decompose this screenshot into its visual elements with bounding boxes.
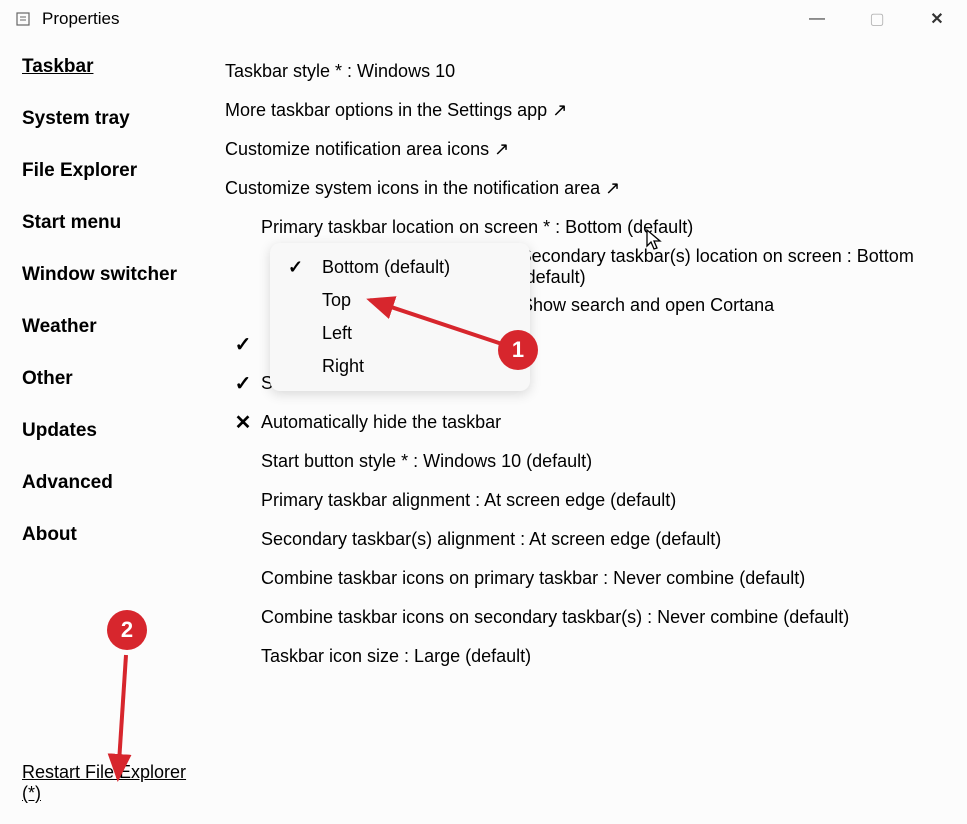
setting-row[interactable]: Combine taskbar icons on secondary taskb…: [225, 598, 967, 637]
window-controls: — ▢ ✕: [787, 0, 967, 38]
setting-row[interactable]: Primary taskbar location on screen * : B…: [225, 208, 967, 247]
dropdown-item-right[interactable]: Right: [270, 350, 530, 383]
setting-row[interactable]: ✕Automatically hide the taskbar: [225, 403, 967, 442]
setting-row[interactable]: More taskbar options in the Settings app: [225, 91, 967, 130]
dropdown-item-top[interactable]: Top: [270, 284, 530, 317]
setting-row[interactable]: Taskbar icon size : Large (default): [225, 637, 967, 676]
setting-text: Combine taskbar icons on secondary taskb…: [261, 607, 849, 628]
setting-text: Primary taskbar alignment : At screen ed…: [261, 490, 676, 511]
setting-row[interactable]: Combine taskbar icons on primary taskbar…: [225, 559, 967, 598]
setting-row[interactable]: Customize notification area icons: [225, 130, 967, 169]
sidebar-item-other[interactable]: Other: [22, 368, 205, 390]
setting-text: Taskbar style * : Windows 10: [225, 61, 455, 82]
sidebar-item-weather[interactable]: Weather: [22, 316, 205, 338]
titlebar: Properties — ▢ ✕: [0, 0, 967, 38]
sidebar-item-file-explorer[interactable]: File Explorer: [22, 160, 205, 182]
minimize-button[interactable]: —: [787, 0, 847, 38]
setting-text: Automatically hide the taskbar: [261, 412, 501, 433]
setting-text: Combine taskbar icons on primary taskbar…: [261, 568, 805, 589]
dropdown-label: Left: [322, 323, 352, 344]
maximize-button[interactable]: ▢: [847, 0, 907, 38]
dropdown-item-left[interactable]: Left: [270, 317, 530, 350]
setting-text: Secondary taskbar(s) alignment : At scre…: [261, 529, 721, 550]
dropdown-label: Right: [322, 356, 364, 377]
x-icon: ✕: [225, 410, 261, 435]
check-icon: ✓: [225, 332, 261, 357]
sidebar-item-window-switcher[interactable]: Window switcher: [22, 264, 205, 286]
setting-text: Primary taskbar location on screen * : B…: [261, 217, 693, 238]
sidebar-item-system-tray[interactable]: System tray: [22, 108, 205, 130]
properties-icon: [14, 10, 32, 28]
location-dropdown: ✓ Bottom (default) Top Left Right: [270, 243, 530, 391]
check-icon: ✓: [288, 257, 303, 278]
setting-row[interactable]: Primary taskbar alignment : At screen ed…: [225, 481, 967, 520]
annotation-badge-2: 2: [107, 610, 147, 650]
sidebar: Taskbar System tray File Explorer Start …: [0, 38, 205, 824]
setting-text: Start button style * : Windows 10 (defau…: [261, 451, 592, 472]
dropdown-label: Top: [322, 290, 351, 311]
setting-row[interactable]: Customize system icons in the notificati…: [225, 169, 967, 208]
cursor-icon: [645, 228, 665, 257]
close-button[interactable]: ✕: [907, 0, 967, 38]
restart-file-explorer-link[interactable]: Restart File Explorer (*): [22, 762, 205, 804]
setting-link: Customize system icons in the notificati…: [225, 178, 620, 199]
dropdown-label: Bottom (default): [322, 257, 450, 278]
sidebar-item-start-menu[interactable]: Start menu: [22, 212, 205, 234]
check-icon: ✓: [225, 371, 261, 396]
setting-text: Taskbar icon size : Large (default): [261, 646, 531, 667]
annotation-badge-1: 1: [498, 330, 538, 370]
window-title: Properties: [42, 9, 119, 29]
sidebar-item-about[interactable]: About: [22, 524, 205, 546]
sidebar-item-updates[interactable]: Updates: [22, 420, 205, 442]
setting-row[interactable]: Taskbar style * : Windows 10: [225, 52, 967, 91]
sidebar-item-taskbar[interactable]: Taskbar: [22, 56, 205, 78]
dropdown-item-bottom[interactable]: ✓ Bottom (default): [270, 251, 530, 284]
setting-link: More taskbar options in the Settings app: [225, 100, 567, 121]
main-panel: Taskbar style * : Windows 10 More taskba…: [205, 38, 967, 824]
sidebar-item-advanced[interactable]: Advanced: [22, 472, 205, 494]
setting-row[interactable]: Secondary taskbar(s) alignment : At scre…: [225, 520, 967, 559]
setting-link: Customize notification area icons: [225, 139, 509, 160]
setting-row[interactable]: Start button style * : Windows 10 (defau…: [225, 442, 967, 481]
